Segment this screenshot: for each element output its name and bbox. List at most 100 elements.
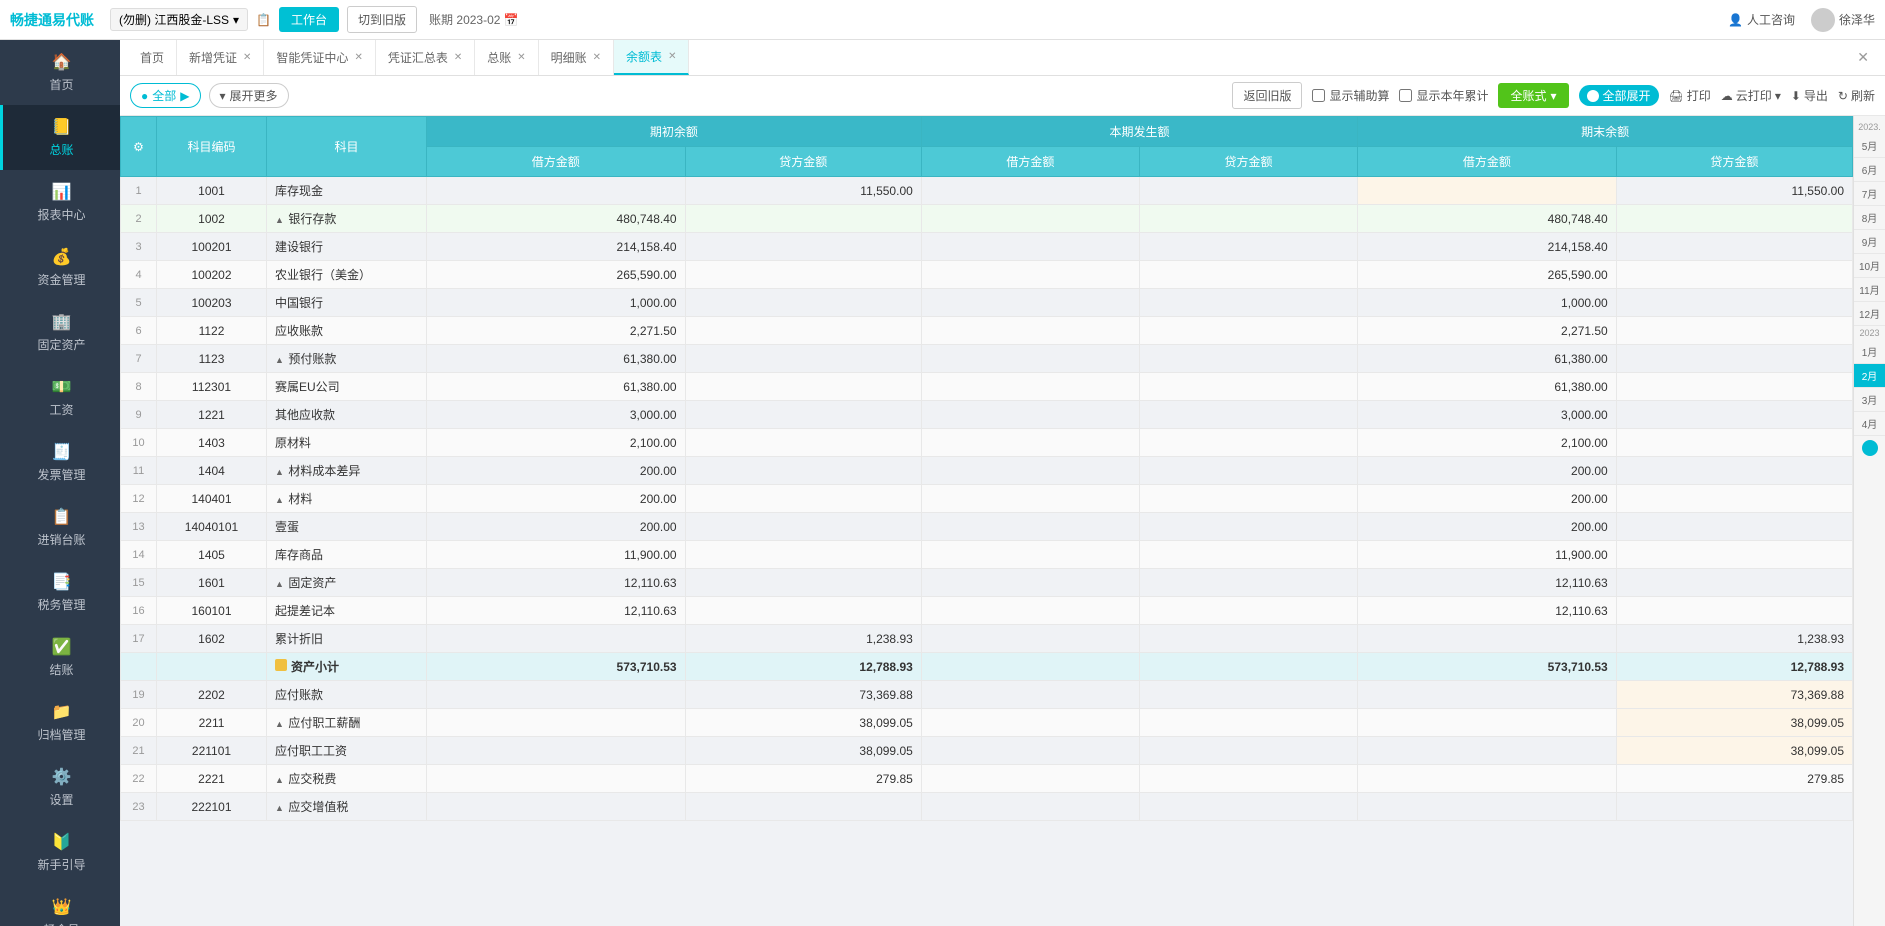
table-row[interactable]: 141405库存商品11,900.0011,900.00	[121, 541, 1853, 569]
table-row[interactable]: 3100201建设银行214,158.40214,158.40	[121, 233, 1853, 261]
export-button[interactable]: ⬇ 导出	[1791, 87, 1828, 104]
table-container[interactable]: ⚙ 科目编码 科目 期初余额 本	[120, 116, 1853, 926]
table-row[interactable]: 111404▲ 材料成本差异200.00200.00	[121, 457, 1853, 485]
name-link[interactable]: 起提差记本	[275, 604, 335, 618]
refresh-button[interactable]: ↻ 刷新	[1838, 87, 1875, 104]
name-link[interactable]: 其他应收款	[275, 408, 335, 422]
month-6[interactable]: 6月	[1854, 158, 1885, 182]
sidebar-item-guide[interactable]: 🔰 新手引导	[0, 820, 120, 885]
close-all-tabs[interactable]: ✕	[1849, 49, 1877, 66]
close-balance-sheet[interactable]: ✕	[668, 51, 676, 62]
code-link[interactable]: 100202	[191, 268, 231, 282]
name-link[interactable]: 固定资产	[288, 576, 336, 590]
expand-all-toggle[interactable]: 全部展开	[1579, 85, 1659, 106]
copy-icon[interactable]: 📋	[256, 13, 271, 27]
sidebar-item-capital[interactable]: 💰 资金管理	[0, 235, 120, 300]
return-old-version-button[interactable]: 返回旧版	[1232, 82, 1302, 109]
name-link[interactable]: 建设银行	[275, 240, 323, 254]
code-link[interactable]: 1405	[198, 548, 225, 562]
name-link[interactable]: 库存商品	[275, 548, 323, 562]
aux-checkbox-input[interactable]	[1312, 89, 1325, 102]
tab-detail-ledger[interactable]: 明细账 ✕	[539, 40, 614, 75]
tab-home[interactable]: 首页	[128, 40, 177, 75]
table-row[interactable]: 91221其他应收款3,000.003,000.00	[121, 401, 1853, 429]
cloud-print-button[interactable]: ☁ 云打印 ▾	[1721, 87, 1781, 104]
code-link[interactable]: 1123	[199, 352, 225, 366]
month-11[interactable]: 11月	[1854, 278, 1885, 302]
name-link[interactable]: 应付职工工资	[275, 744, 347, 758]
month-7[interactable]: 7月	[1854, 182, 1885, 206]
table-row[interactable]: 101403原材料2,100.002,100.00	[121, 429, 1853, 457]
switch-version-button[interactable]: 切到旧版	[347, 6, 417, 33]
code-link[interactable]: 1002	[198, 212, 225, 226]
name-link[interactable]: 累计折旧	[275, 632, 323, 646]
name-link[interactable]: 预付账款	[288, 352, 336, 366]
show-ytd-checkbox[interactable]: 显示本年累计	[1399, 87, 1488, 104]
sidebar-item-ledger[interactable]: 📒 总账	[0, 105, 120, 170]
name-link[interactable]: 应交增值税	[288, 800, 348, 814]
name-link[interactable]: 赛属EU公司	[275, 380, 340, 394]
sidebar-item-salary[interactable]: 💵 工资	[0, 365, 120, 430]
table-row[interactable]: 21221101应付职工工资38,099.0538,099.05	[121, 737, 1853, 765]
name-link[interactable]: 应付职工薪酬	[288, 716, 360, 730]
sidebar-item-assets[interactable]: 🏢 固定资产	[0, 300, 120, 365]
sidebar-item-report[interactable]: 📊 报表中心	[0, 170, 120, 235]
tab-new-voucher[interactable]: 新增凭证 ✕	[177, 40, 264, 75]
month-2[interactable]: 2月	[1854, 364, 1885, 388]
name-link[interactable]: 应收账款	[275, 324, 323, 338]
settings-col-header[interactable]: ⚙	[121, 117, 157, 177]
month-8[interactable]: 8月	[1854, 206, 1885, 230]
code-link[interactable]: 1404	[198, 464, 225, 478]
show-aux-checkbox[interactable]: 显示辅助算	[1312, 87, 1389, 104]
sidebar-item-close[interactable]: ✅ 结账	[0, 625, 120, 690]
tab-balance-sheet[interactable]: 余额表 ✕	[614, 40, 689, 75]
consult-button[interactable]: 👤 人工咨询	[1728, 11, 1795, 28]
workbench-button[interactable]: 工作台	[279, 7, 339, 32]
table-row[interactable]: 5100203中国银行1,000.001,000.00	[121, 289, 1853, 317]
close-smart-voucher[interactable]: ✕	[354, 52, 362, 63]
name-link[interactable]: 农业银行（美金）	[275, 268, 371, 282]
code-link[interactable]: 1601	[198, 576, 225, 590]
code-link[interactable]: 140401	[191, 492, 231, 506]
code-link[interactable]: 2202	[198, 688, 225, 702]
tab-voucher-summary[interactable]: 凭证汇总表 ✕	[376, 40, 475, 75]
name-link[interactable]: 库存现金	[275, 184, 323, 198]
close-detail-ledger[interactable]: ✕	[593, 52, 601, 63]
table-row[interactable]: 61122应收账款2,271.502,271.50	[121, 317, 1853, 345]
code-link[interactable]: 221101	[192, 744, 231, 758]
name-link[interactable]: 材料	[288, 492, 312, 506]
table-row[interactable]: 192202应付账款73,369.8873,369.88	[121, 681, 1853, 709]
close-new-voucher[interactable]: ✕	[243, 52, 251, 63]
table-row[interactable]: 23222101▲ 应交增值税	[121, 793, 1853, 821]
all-filter-button[interactable]: ● 全部 ▶	[130, 83, 201, 108]
table-row[interactable]: 222221▲ 应交税费279.85279.85	[121, 765, 1853, 793]
code-link[interactable]: 222101	[191, 800, 231, 814]
table-row[interactable]: 资产小计573,710.5312,788.93573,710.5312,788.…	[121, 653, 1853, 681]
code-link[interactable]: 2221	[198, 772, 225, 786]
month-12[interactable]: 12月	[1854, 302, 1885, 326]
table-row[interactable]: 8112301赛属EU公司61,380.0061,380.00	[121, 373, 1853, 401]
month-4[interactable]: 4月	[1854, 412, 1885, 436]
close-general-ledger[interactable]: ✕	[517, 52, 525, 63]
code-link[interactable]: 100201	[191, 240, 231, 254]
company-selector[interactable]: (勿删) 江西股金-LSS ▾	[110, 8, 248, 31]
month-5[interactable]: 5月	[1854, 134, 1885, 158]
table-row[interactable]: 12140401▲ 材料200.00200.00	[121, 485, 1853, 513]
table-row[interactable]: 202211▲ 应付职工薪酬38,099.0538,099.05	[121, 709, 1853, 737]
code-link[interactable]: 14040101	[185, 520, 238, 534]
month-3[interactable]: 3月	[1854, 388, 1885, 412]
name-link[interactable]: 银行存款	[288, 212, 336, 226]
name-link[interactable]: 材料成本差异	[288, 464, 360, 478]
code-link[interactable]: 1001	[198, 184, 225, 198]
name-link[interactable]: 中国银行	[275, 296, 323, 310]
sidebar-item-member[interactable]: 👑 畅会员	[0, 885, 120, 926]
col-settings-icon[interactable]: ⚙	[133, 140, 144, 154]
print-button[interactable]: 🖨 打印	[1669, 87, 1711, 104]
name-link[interactable]: 资产小计	[291, 660, 339, 674]
code-link[interactable]: 2211	[199, 716, 225, 730]
tab-general-ledger[interactable]: 总账 ✕	[475, 40, 538, 75]
sidebar-item-tax[interactable]: 📑 税务管理	[0, 560, 120, 625]
tab-smart-voucher[interactable]: 智能凭证中心 ✕	[264, 40, 375, 75]
table-row[interactable]: 171602累计折旧1,238.931,238.93	[121, 625, 1853, 653]
format-button[interactable]: 全账式 ▾	[1498, 83, 1568, 108]
